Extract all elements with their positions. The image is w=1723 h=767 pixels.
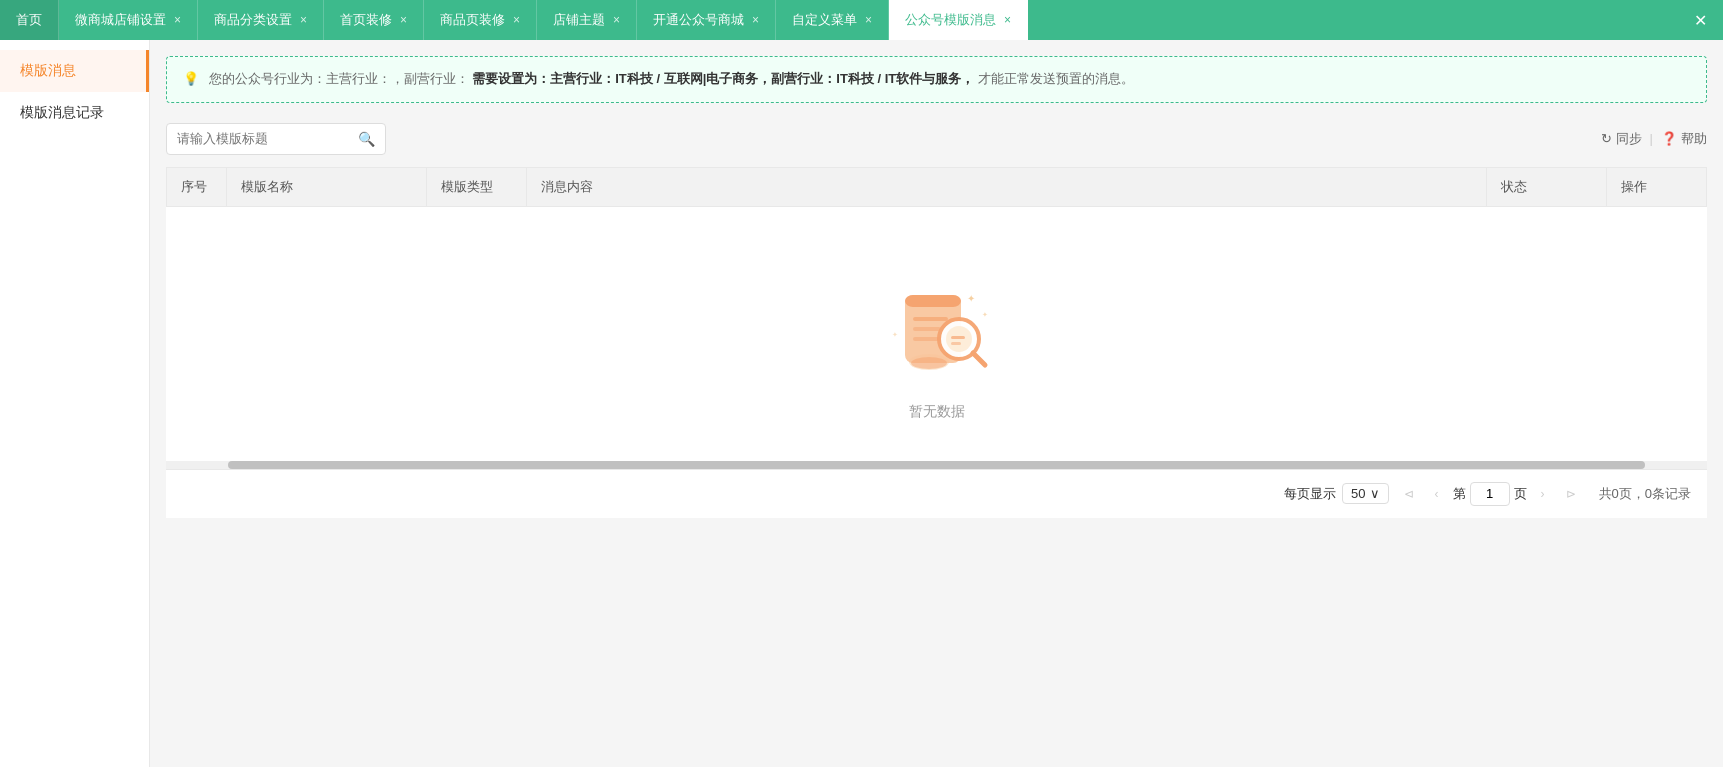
svg-rect-3 — [913, 317, 948, 321]
tab-bar-close-all[interactable]: ✕ — [1678, 11, 1723, 30]
sync-label: 同步 — [1616, 130, 1642, 148]
tab-shop-settings-close[interactable]: × — [174, 13, 181, 27]
svg-text:✦: ✦ — [967, 293, 975, 304]
total-text: 共0页，0条记录 — [1599, 485, 1691, 503]
tab-home-decor[interactable]: 首页装修 × — [324, 0, 424, 40]
help-icon: ❓ — [1661, 131, 1677, 146]
tab-shop-settings[interactable]: 微商城店铺设置 × — [59, 0, 198, 40]
page-prev-button[interactable]: ‹ — [1425, 482, 1449, 506]
tab-template-msg[interactable]: 公众号模版消息 × — [889, 0, 1028, 40]
tab-category-settings-close[interactable]: × — [300, 13, 307, 27]
col-header-status: 状态 — [1487, 167, 1607, 206]
notice-suffix: 才能正常发送预置的消息。 — [978, 71, 1134, 86]
notice-prefix: 您的公众号行业为：主营行业：，副营行业： — [209, 71, 469, 86]
table-header-row: 序号 模版名称 模版类型 消息内容 状态 — [167, 167, 1707, 206]
help-label: 帮助 — [1681, 130, 1707, 148]
page-size-value: 50 — [1351, 486, 1365, 501]
col-header-content: 消息内容 — [527, 167, 1487, 206]
tab-home[interactable]: 首页 — [0, 0, 59, 40]
scroll-thumb[interactable] — [228, 461, 1646, 469]
page-first-button[interactable]: ⊲ — [1397, 482, 1421, 506]
tab-open-mall[interactable]: 开通公众号商城 × — [637, 0, 776, 40]
search-input[interactable] — [177, 131, 358, 146]
tab-custom-menu[interactable]: 自定义菜单 × — [776, 0, 889, 40]
svg-rect-4 — [913, 327, 941, 331]
col-header-name: 模版名称 — [227, 167, 427, 206]
empty-text: 暂无数据 — [187, 403, 1687, 421]
page-nav: ⊲ ‹ 第 页 › ⊳ — [1397, 482, 1583, 506]
horizontal-scrollbar[interactable] — [166, 461, 1707, 469]
page-size-label: 每页显示 — [1284, 485, 1336, 503]
tab-custom-menu-close[interactable]: × — [865, 13, 872, 27]
search-input-wrap[interactable]: 🔍 — [166, 123, 386, 155]
toolbar-divider: | — [1650, 131, 1653, 146]
tab-category-settings-label: 商品分类设置 — [214, 11, 292, 29]
tab-home-decor-close[interactable]: × — [400, 13, 407, 27]
table-wrapper: 序号 模版名称 模版类型 消息内容 状态 — [166, 167, 1707, 518]
page-number-input[interactable] — [1470, 482, 1510, 506]
col-header-action: 操作 — [1607, 167, 1707, 206]
svg-text:✦: ✦ — [892, 331, 898, 338]
tab-shop-theme-close[interactable]: × — [613, 13, 620, 27]
svg-line-9 — [973, 353, 985, 365]
svg-rect-11 — [951, 342, 961, 345]
tab-product-decor[interactable]: 商品页装修 × — [424, 0, 537, 40]
page-size-dropdown[interactable]: 50 ∨ — [1342, 483, 1388, 504]
tab-shop-settings-label: 微商城店铺设置 — [75, 11, 166, 29]
sidebar-item-template-msg-log[interactable]: 模版消息记录 — [0, 92, 149, 134]
search-bar: 🔍 ↻ 同步 | ❓ 帮助 — [166, 123, 1707, 155]
empty-state: ✦ ✦ ✦ 暂无数据 — [167, 207, 1707, 461]
tab-shop-theme-label: 店铺主题 — [553, 11, 605, 29]
page-unit: 页 — [1514, 485, 1527, 503]
tab-open-mall-label: 开通公众号商城 — [653, 11, 744, 29]
tab-shop-theme[interactable]: 店铺主题 × — [537, 0, 637, 40]
sync-icon: ↻ — [1601, 131, 1612, 146]
page-label: 第 — [1453, 485, 1466, 503]
page-size-select: 每页显示 50 ∨ — [1284, 483, 1388, 504]
sidebar: 模版消息 模版消息记录 — [0, 40, 150, 767]
svg-rect-10 — [951, 336, 965, 339]
col-header-index: 序号 — [167, 167, 227, 206]
tab-bar: 首页 微商城店铺设置 × 商品分类设置 × 首页装修 × 商品页装修 × 店铺主… — [0, 0, 1723, 40]
page-next-button[interactable]: › — [1531, 482, 1555, 506]
tab-category-settings[interactable]: 商品分类设置 × — [198, 0, 324, 40]
notice-icon: 💡 — [183, 71, 199, 86]
page-size-chevron-icon: ∨ — [1370, 486, 1380, 501]
content-area: 💡 您的公众号行业为：主营行业：，副营行业： 需要设置为：主营行业：IT科技 /… — [150, 40, 1723, 767]
col-header-type: 模版类型 — [427, 167, 527, 206]
tab-open-mall-close[interactable]: × — [752, 13, 759, 27]
tab-home-label: 首页 — [16, 11, 42, 29]
sidebar-item-template-msg[interactable]: 模版消息 — [0, 50, 149, 92]
tab-product-decor-close[interactable]: × — [513, 13, 520, 27]
tab-template-msg-close[interactable]: × — [1004, 13, 1011, 27]
sidebar-item-template-msg-label: 模版消息 — [20, 62, 76, 78]
tab-template-msg-label: 公众号模版消息 — [905, 11, 996, 29]
tab-custom-menu-label: 自定义菜单 — [792, 11, 857, 29]
notice-highlight: 需要设置为：主营行业：IT科技 / 互联网|电子商务，副营行业：IT科技 / I… — [472, 71, 974, 86]
svg-rect-2 — [905, 295, 961, 307]
search-icon[interactable]: 🔍 — [358, 131, 375, 147]
help-button[interactable]: ❓ 帮助 — [1661, 130, 1707, 148]
data-table: 序号 模版名称 模版类型 消息内容 状态 — [166, 167, 1707, 461]
svg-text:✦: ✦ — [982, 311, 988, 318]
svg-point-6 — [911, 357, 947, 369]
empty-illustration: ✦ ✦ ✦ — [877, 267, 997, 387]
main-layout: 模版消息 模版消息记录 💡 您的公众号行业为：主营行业：，副营行业： 需要设置为… — [0, 40, 1723, 767]
sidebar-item-template-msg-log-label: 模版消息记录 — [20, 104, 104, 120]
page-last-button[interactable]: ⊳ — [1559, 482, 1583, 506]
tab-home-decor-label: 首页装修 — [340, 11, 392, 29]
pagination: 每页显示 50 ∨ ⊲ ‹ 第 页 › ⊳ 共0页，0条记录 — [166, 469, 1707, 518]
sync-button[interactable]: ↻ 同步 — [1601, 130, 1642, 148]
toolbar-right: ↻ 同步 | ❓ 帮助 — [1601, 130, 1707, 148]
notice-banner: 💡 您的公众号行业为：主营行业：，副营行业： 需要设置为：主营行业：IT科技 /… — [166, 56, 1707, 103]
tab-product-decor-label: 商品页装修 — [440, 11, 505, 29]
